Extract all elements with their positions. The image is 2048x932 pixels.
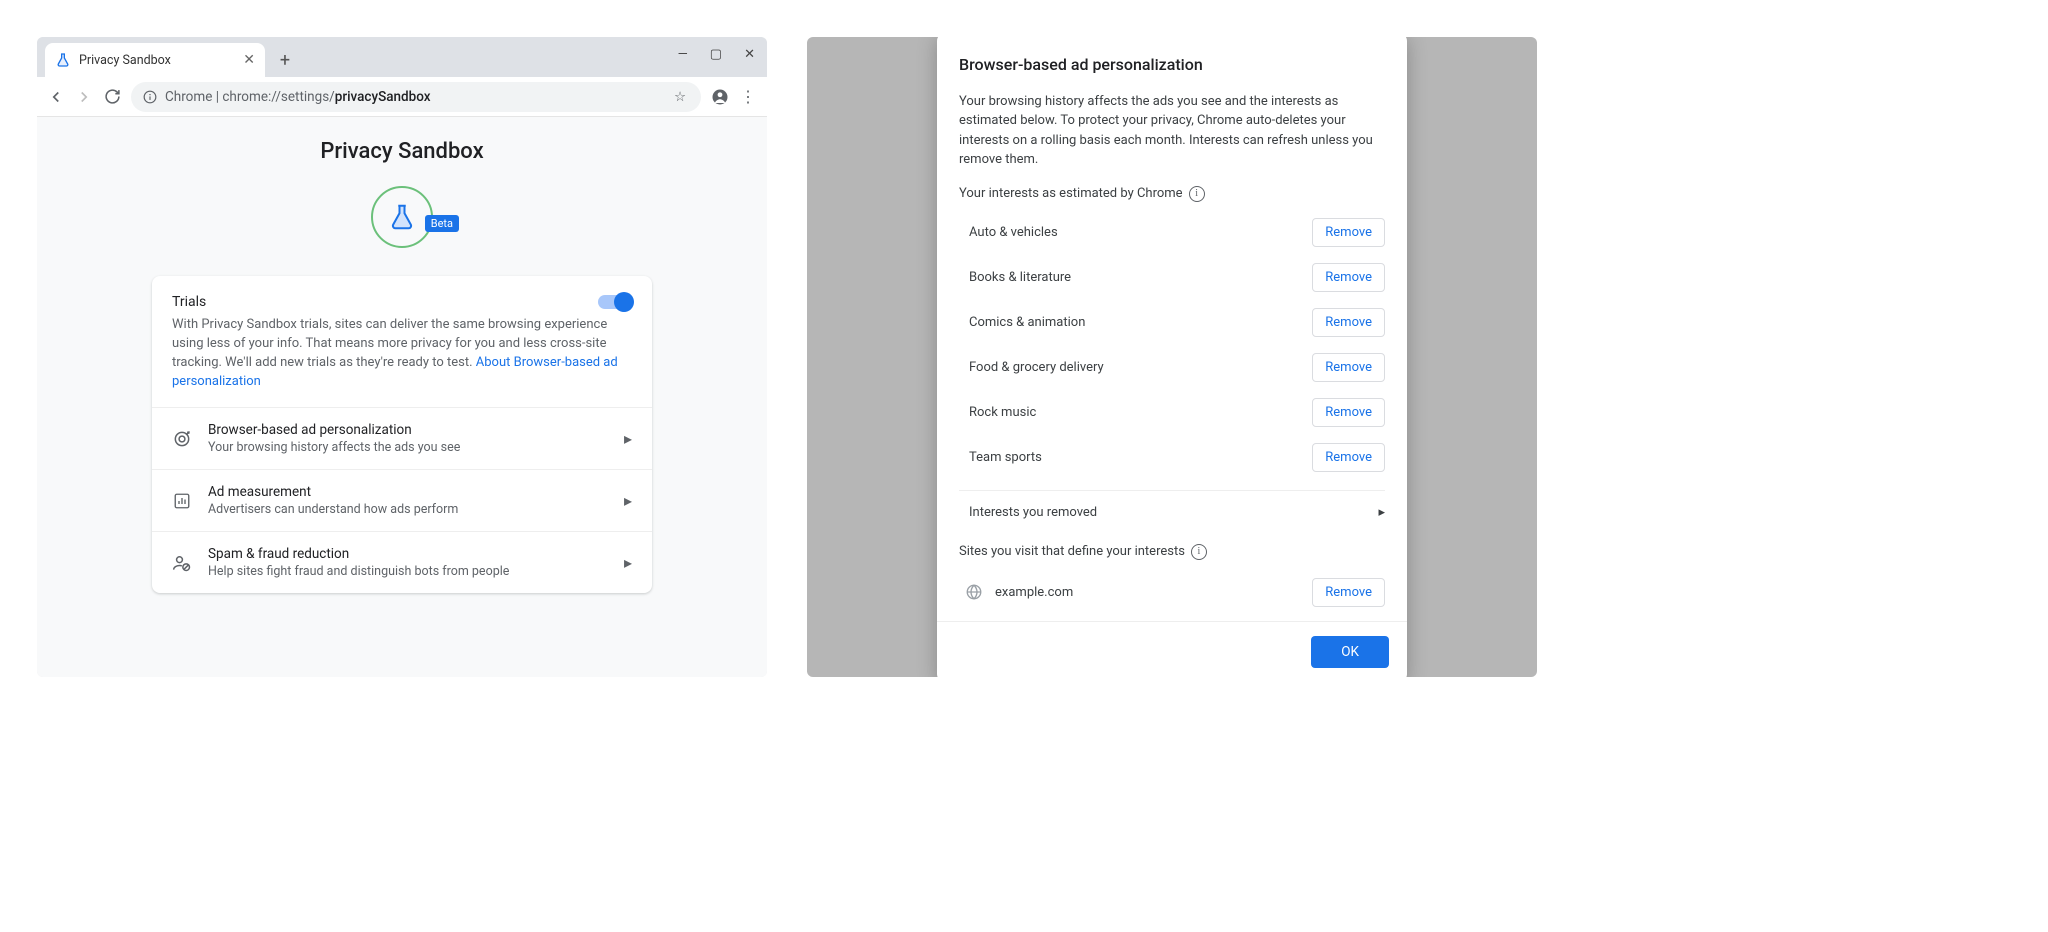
row-subtitle: Help sites fight fraud and distinguish b… <box>208 564 608 579</box>
info-icon[interactable]: i <box>1191 544 1207 560</box>
bar-chart-icon <box>172 491 192 511</box>
interests-heading: Your interests as estimated by Chrome i <box>959 186 1385 202</box>
target-icon <box>172 429 192 449</box>
dialog-footer: OK <box>937 621 1407 678</box>
interest-row: Team sports Remove <box>969 435 1385 480</box>
remove-interest-button[interactable]: Remove <box>1312 308 1385 337</box>
browser-toolbar: Chrome | chrome://settings/privacySandbo… <box>37 77 767 117</box>
trials-label: Trials <box>172 294 206 310</box>
browser-tab[interactable]: Privacy Sandbox ✕ <box>45 43 265 77</box>
chevron-right-icon: ▸ <box>624 491 632 510</box>
star-icon[interactable]: ☆ <box>671 88 689 106</box>
flask-icon <box>55 52 71 68</box>
remove-site-button[interactable]: Remove <box>1312 578 1385 607</box>
tab-title: Privacy Sandbox <box>79 53 171 68</box>
chevron-right-icon: ▸ <box>624 553 632 572</box>
hero-illustration: Beta <box>37 186 767 248</box>
row-title: Ad measurement <box>208 484 608 500</box>
url-text: Chrome | chrome://settings/privacySandbo… <box>165 89 431 105</box>
interest-label: Comics & animation <box>969 315 1085 330</box>
remove-interest-button[interactable]: Remove <box>1312 218 1385 247</box>
trials-toggle[interactable] <box>598 295 632 309</box>
interest-row: Auto & vehicles Remove <box>969 210 1385 255</box>
beta-badge: Beta <box>425 215 459 232</box>
flask-beta-badge: Beta <box>371 186 433 248</box>
reload-icon[interactable] <box>103 88 121 106</box>
interest-row: Rock music Remove <box>969 390 1385 435</box>
row-ad-measurement[interactable]: Ad measurement Advertisers can understan… <box>152 469 652 531</box>
ad-personalization-dialog: Browser-based ad personalization Your br… <box>937 37 1407 677</box>
page-title: Privacy Sandbox <box>37 139 767 164</box>
new-tab-button[interactable]: + <box>271 46 299 74</box>
site-domain: example.com <box>995 585 1300 600</box>
site-info-icon[interactable] <box>143 90 157 104</box>
remove-interest-button[interactable]: Remove <box>1312 263 1385 292</box>
user-block-icon <box>172 553 192 573</box>
window-controls: — ▢ ✕ <box>678 47 755 62</box>
forward-icon <box>75 88 93 106</box>
interest-row: Books & literature Remove <box>969 255 1385 300</box>
row-spam-fraud[interactable]: Spam & fraud reduction Help sites fight … <box>152 531 652 593</box>
profile-icon[interactable] <box>711 88 729 106</box>
sites-heading: Sites you visit that define your interes… <box>959 544 1385 560</box>
trials-description: With Privacy Sandbox trials, sites can d… <box>172 316 632 391</box>
interest-list: Auto & vehicles Remove Books & literature R… <box>959 210 1385 480</box>
browser-window: Privacy Sandbox ✕ + — ▢ ✕ Chrome | chrom… <box>37 37 767 677</box>
row-subtitle: Advertisers can understand how ads perfo… <box>208 502 608 517</box>
interest-label: Auto & vehicles <box>969 225 1058 240</box>
chevron-right-icon: ▸ <box>624 429 632 448</box>
info-icon[interactable]: i <box>1189 186 1205 202</box>
back-icon[interactable] <box>47 88 65 106</box>
address-bar[interactable]: Chrome | chrome://settings/privacySandbo… <box>131 82 701 112</box>
tab-strip: Privacy Sandbox ✕ + <box>37 37 767 77</box>
remove-interest-button[interactable]: Remove <box>1312 398 1385 427</box>
trials-card: Trials With Privacy Sandbox trials, site… <box>152 276 652 593</box>
interest-label: Food & grocery delivery <box>969 360 1104 375</box>
interests-removed-row[interactable]: Interests you removed ▸ <box>959 491 1385 538</box>
chevron-right-icon: ▸ <box>1378 505 1385 520</box>
row-ad-personalization[interactable]: Browser-based ad personalization Your br… <box>152 407 652 469</box>
interest-row: Comics & animation Remove <box>969 300 1385 345</box>
row-title: Spam & fraud reduction <box>208 546 608 562</box>
interest-label: Team sports <box>969 450 1042 465</box>
row-subtitle: Your browsing history affects the ads yo… <box>208 440 608 455</box>
close-window-icon[interactable]: ✕ <box>744 47 755 62</box>
dialog-title: Browser-based ad personalization <box>959 55 1385 74</box>
minimize-icon[interactable]: — <box>678 47 688 62</box>
close-tab-icon[interactable]: ✕ <box>243 52 255 68</box>
globe-icon <box>965 583 983 601</box>
remove-interest-button[interactable]: Remove <box>1312 443 1385 472</box>
dialog-description: Your browsing history affects the ads yo… <box>959 92 1385 170</box>
dialog-backdrop: Browser-based ad personalization Your br… <box>807 37 1537 677</box>
row-title: Browser-based ad personalization <box>208 422 608 438</box>
ok-button[interactable]: OK <box>1311 636 1389 668</box>
interest-row: Food & grocery delivery Remove <box>969 345 1385 390</box>
remove-interest-button[interactable]: Remove <box>1312 353 1385 382</box>
menu-icon[interactable]: ⋮ <box>739 88 757 106</box>
interest-label: Rock music <box>969 405 1036 420</box>
maximize-icon[interactable]: ▢ <box>710 47 722 62</box>
site-row: example.com Remove <box>959 568 1385 621</box>
interest-label: Books & literature <box>969 270 1071 285</box>
settings-page: Privacy Sandbox Beta Trials With Privacy… <box>37 117 767 677</box>
removed-heading: Interests you removed <box>969 505 1097 520</box>
